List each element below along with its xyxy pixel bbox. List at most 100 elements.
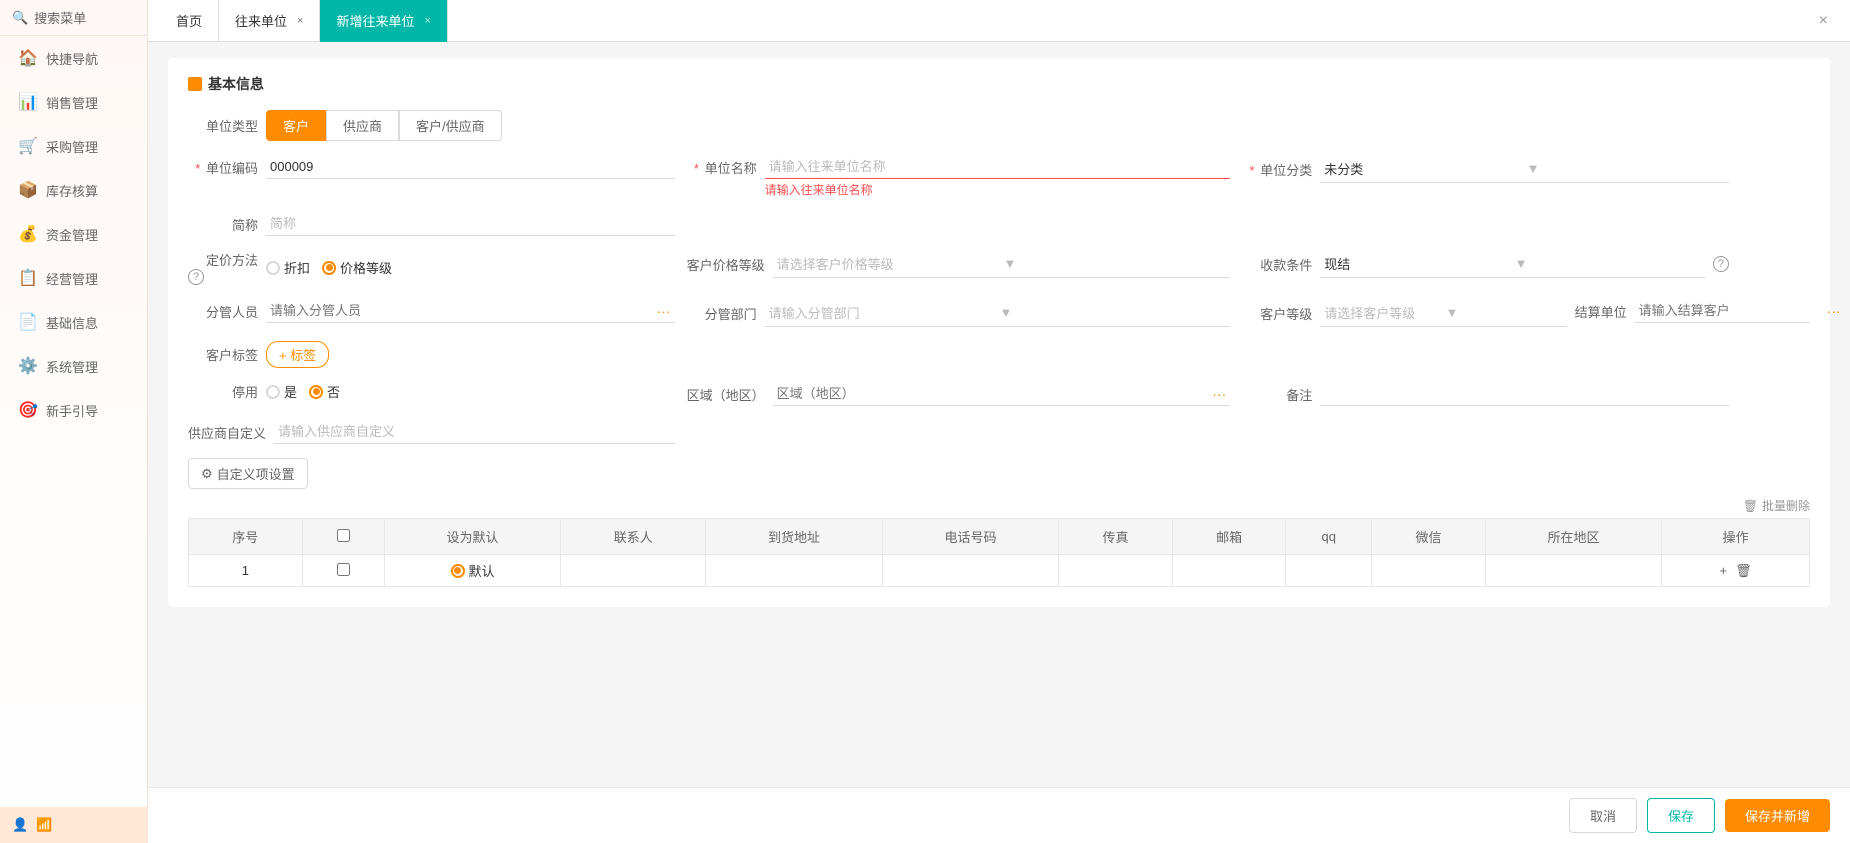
abbr-input[interactable]	[266, 212, 675, 236]
customer-price-chevron: ▼	[1003, 256, 1226, 271]
required-star-3: *	[1250, 163, 1255, 178]
type-btn-both[interactable]: 客户/供应商	[399, 110, 502, 141]
row-电话号码[interactable]	[882, 555, 1058, 587]
customer-level-select[interactable]: 请选择客户等级 ▼	[1320, 299, 1566, 327]
pricing-level-radio[interactable]: 价格等级	[322, 258, 392, 277]
sidebar-item-sales[interactable]: 📊销售管理	[0, 80, 147, 124]
unit-code-input[interactable]	[266, 155, 675, 179]
tag-add-button[interactable]: + 标签	[266, 341, 329, 368]
batch-delete-button[interactable]: 🗑 批量删除	[1743, 497, 1810, 514]
pricing-field: 定价方法 ? 折扣 价格等级	[188, 250, 675, 285]
custom-settings-button[interactable]: ⚙ 自定义项设置	[188, 458, 308, 489]
table-select-all[interactable]	[337, 529, 350, 542]
settlement-input[interactable]	[1635, 299, 1819, 322]
add-row-btn[interactable]: +	[1720, 563, 1728, 578]
manager-more-btn[interactable]: ···	[653, 303, 675, 319]
unit-name-error: 请输入往来单位名称	[765, 181, 1231, 198]
default-radio[interactable]	[451, 564, 465, 578]
sidebar-item-finance[interactable]: 💰资金管理	[0, 212, 147, 256]
table-header: 邮箱	[1172, 519, 1286, 555]
payment-help-icon[interactable]: ?	[1713, 256, 1729, 272]
settlement-input-wrapper: ···	[1635, 299, 1810, 323]
discount-radio-circle	[266, 261, 280, 275]
level-radio-dot	[326, 264, 333, 271]
no-radio-dot	[313, 388, 320, 395]
code-name-row: * 单位编码 * 单位名称 请输入往来单位名称	[188, 155, 1810, 198]
row-default[interactable]: 默认	[384, 555, 560, 587]
tab-partners[interactable]: 往来单位×	[219, 0, 320, 42]
unit-category-select[interactable]: 未分类 ▼	[1320, 155, 1729, 183]
basic-info-section: 基本信息 单位类型 客户供应商客户/供应商 * 单位编码	[168, 58, 1830, 607]
tab-new-partner[interactable]: 新增往来单位×	[320, 0, 447, 42]
payment-label: 收款条件	[1242, 255, 1312, 274]
unit-type-field: 单位类型 客户供应商客户/供应商	[188, 110, 1810, 141]
sidebar-item-operations[interactable]: 📋经营管理	[0, 256, 147, 300]
supplier-custom-input[interactable]	[274, 420, 675, 444]
remark-input[interactable]	[1320, 382, 1729, 406]
search-menu[interactable]: 🔍 搜索菜单	[0, 0, 147, 36]
table-header: 操作	[1662, 519, 1810, 555]
table-header: 设为默认	[384, 519, 560, 555]
row-所在地区[interactable]	[1485, 555, 1661, 587]
tab-home[interactable]: 首页	[160, 0, 219, 42]
section-title-text: 基本信息	[208, 74, 264, 94]
disabled-yes-radio[interactable]: 是	[266, 382, 297, 401]
row-邮箱[interactable]	[1172, 555, 1286, 587]
type-button-group: 客户供应商客户/供应商	[266, 110, 502, 141]
region-input[interactable]	[773, 382, 1205, 405]
save-button[interactable]: 保存	[1647, 798, 1715, 833]
dept-field: 分管部门 请输入分管部门 ▼	[675, 299, 1243, 327]
pricing-help-icon[interactable]: ?	[188, 269, 204, 285]
table-header	[302, 519, 384, 555]
unit-category-label: * 单位分类	[1242, 160, 1312, 179]
row-no: 1	[189, 555, 303, 587]
row-微信[interactable]	[1372, 555, 1486, 587]
tab-label-home: 首页	[176, 11, 202, 30]
tab-close-partners[interactable]: ×	[297, 15, 303, 27]
window-close-button[interactable]: ×	[1809, 12, 1838, 30]
cancel-button[interactable]: 取消	[1569, 798, 1637, 833]
disabled-no-radio[interactable]: 否	[309, 382, 340, 401]
save-new-button[interactable]: 保存并新增	[1725, 799, 1830, 832]
bottom-bar: 取消 保存 保存并新增	[148, 787, 1850, 843]
main-area: 首页往来单位×新增往来单位× × 基本信息 单位类型 客户供应商客户/供应商	[148, 0, 1850, 843]
payment-select[interactable]: 现结 ▼	[1320, 250, 1705, 278]
sidebar-item-basic[interactable]: 📄基础信息	[0, 300, 147, 344]
type-btn-supplier[interactable]: 供应商	[326, 110, 399, 141]
row-联系人[interactable]	[561, 555, 706, 587]
dept-label: 分管部门	[687, 304, 757, 323]
unit-name-input[interactable]	[765, 155, 1231, 179]
sidebar-item-guide[interactable]: 🎯新手引导	[0, 388, 147, 432]
row-qq[interactable]	[1286, 555, 1372, 587]
manager-input-wrapper: ···	[266, 299, 675, 323]
tab-close-new-partner[interactable]: ×	[424, 15, 430, 27]
delete-row-btn[interactable]: 🗑	[1735, 563, 1752, 578]
level-radio-circle	[322, 261, 336, 275]
unit-code-field: * 单位编码	[188, 155, 675, 179]
row-传真[interactable]	[1059, 555, 1173, 587]
abbr-label: 简称	[188, 215, 258, 234]
type-btn-customer[interactable]: 客户	[266, 110, 326, 141]
pricing-discount-radio[interactable]: 折扣	[266, 258, 310, 277]
customer-price-select[interactable]: 请选择客户价格等级 ▼	[773, 250, 1231, 278]
table-header: 微信	[1372, 519, 1486, 555]
manager-input[interactable]	[266, 299, 649, 322]
pricing-label: 定价方法 ?	[188, 250, 258, 285]
sidebar-item-inventory[interactable]: 📦库存核算	[0, 168, 147, 212]
table-header: 电话号码	[882, 519, 1058, 555]
system-icon: ⚙️	[18, 356, 38, 376]
region-label: 区域（地区）	[687, 385, 765, 404]
inventory-icon: 📦	[18, 180, 38, 200]
required-star-2: *	[694, 161, 699, 176]
region-more-btn[interactable]: ···	[1208, 386, 1230, 402]
sidebar-item-purchase[interactable]: 🛒采购管理	[0, 124, 147, 168]
row-checkbox[interactable]	[337, 563, 350, 576]
settlement-more-btn[interactable]: ···	[1823, 303, 1845, 319]
customer-price-label: 客户价格等级	[687, 255, 765, 274]
sidebar-item-system[interactable]: ⚙️系统管理	[0, 344, 147, 388]
row-到货地址[interactable]	[706, 555, 882, 587]
unit-name-label: * 单位名称	[687, 158, 757, 177]
sidebar-label-sales: 销售管理	[46, 93, 98, 112]
dept-select[interactable]: 请输入分管部门 ▼	[765, 299, 1231, 327]
sidebar-item-quick-nav[interactable]: 🏠快捷导航	[0, 36, 147, 80]
